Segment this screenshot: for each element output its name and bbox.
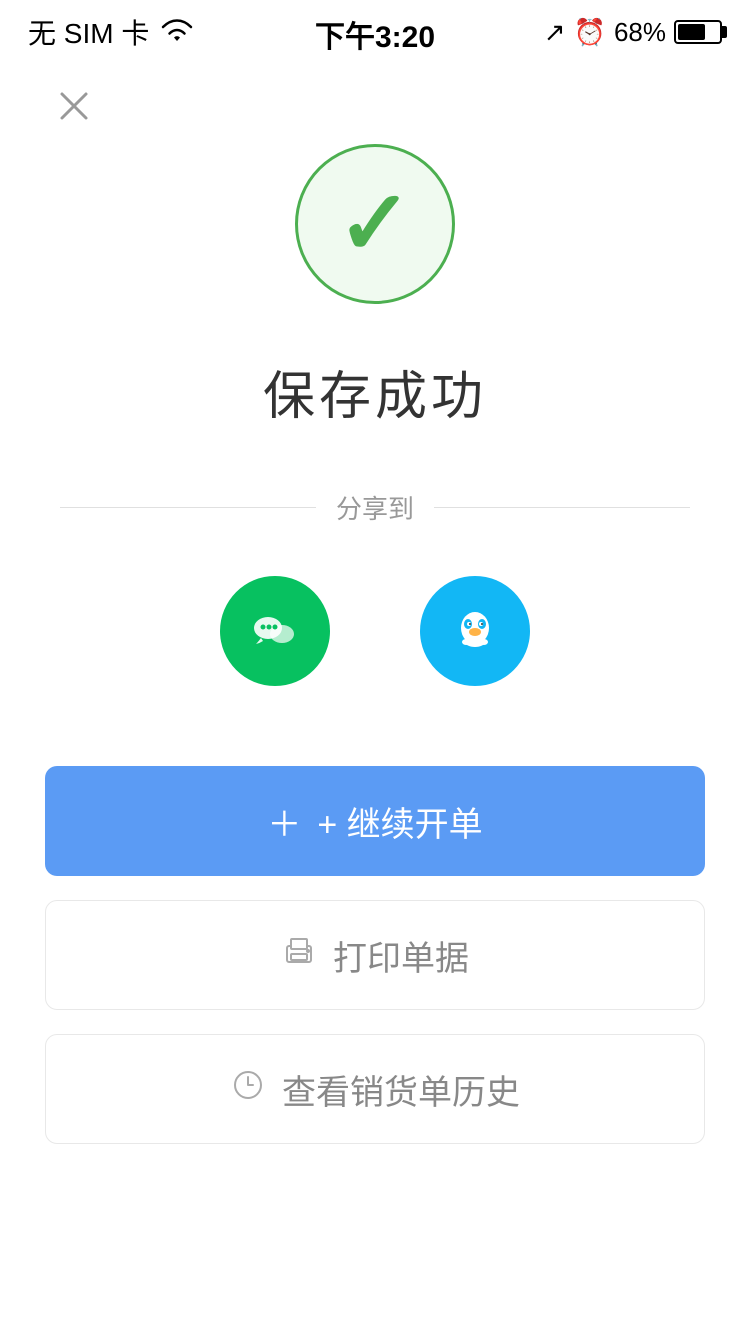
wechat-icon	[244, 600, 306, 662]
history-button[interactable]: 查看销货单历史	[45, 1034, 705, 1144]
status-right: ↗ ⏰ 68%	[544, 17, 722, 48]
success-title: 保存成功	[263, 354, 487, 429]
checkmark-icon: ✓	[337, 179, 412, 269]
share-divider: 分享到	[0, 489, 750, 526]
main-content: ✓ 保存成功 分享到	[0, 64, 750, 1144]
success-circle: ✓	[295, 144, 455, 304]
print-button[interactable]: 打印单据	[45, 900, 705, 1010]
action-buttons: ＋ + 继续开单 打印单据 查看销货单历	[45, 766, 705, 1144]
history-icon	[230, 1067, 266, 1112]
share-qq-button[interactable]	[420, 576, 530, 686]
battery-percentage: 68%	[614, 17, 666, 48]
continue-label: + 继续开单	[317, 797, 482, 846]
status-bar: 无 SIM 卡 下午3:20 ↗ ⏰ 68%	[0, 0, 750, 64]
battery-icon	[674, 20, 722, 44]
location-icon: ↗	[544, 17, 566, 48]
status-carrier: 无 SIM 卡	[28, 12, 195, 52]
divider-line-right	[434, 507, 690, 508]
divider-line-left	[60, 507, 316, 508]
share-buttons	[220, 576, 530, 686]
print-label: 打印单据	[333, 931, 469, 980]
close-button[interactable]	[44, 76, 104, 136]
share-label: 分享到	[336, 489, 414, 526]
continue-button[interactable]: ＋ + 继续开单	[45, 766, 705, 876]
print-icon	[281, 933, 317, 978]
wifi-icon	[159, 19, 195, 45]
qq-icon	[444, 600, 506, 662]
status-time: 下午3:20	[315, 12, 435, 56]
alarm-icon: ⏰	[574, 17, 606, 48]
share-wechat-button[interactable]	[220, 576, 330, 686]
history-label: 查看销货单历史	[282, 1065, 520, 1114]
plus-icon: ＋	[267, 797, 301, 846]
